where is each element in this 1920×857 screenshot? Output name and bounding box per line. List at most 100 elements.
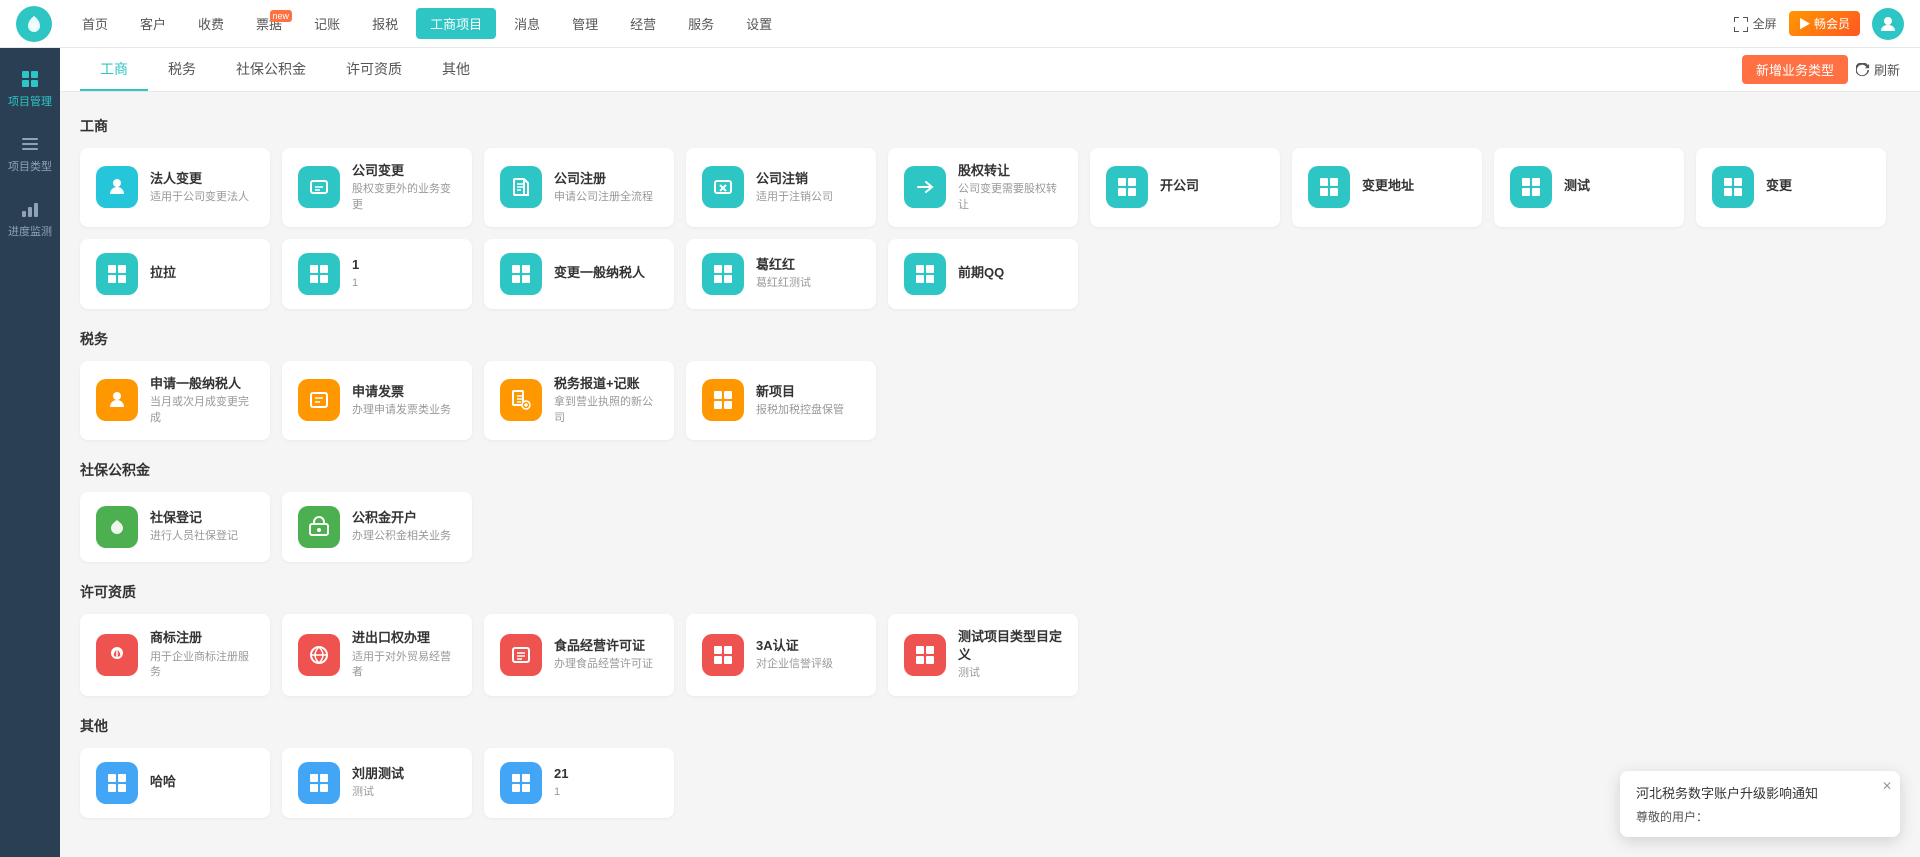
- card-name-apply-general-tax: 申请一般纳税人: [150, 375, 254, 393]
- nav-fee[interactable]: 收费: [184, 8, 238, 39]
- card-apply-invoice[interactable]: 申请发票 办理申请发票类业务: [282, 361, 472, 440]
- card-icon-trademark: [96, 634, 138, 676]
- card-lala[interactable]: 拉拉: [80, 239, 270, 309]
- nav-operate[interactable]: 经营: [616, 8, 670, 39]
- card-icon-social-reg: [96, 506, 138, 548]
- sidebar-label-progress: 进度监测: [8, 223, 52, 239]
- nav-right: 全屏 ▶ 畅会员: [1733, 8, 1904, 40]
- section-title-xuke: 许可资质: [80, 582, 1900, 602]
- nav-service[interactable]: 服务: [674, 8, 728, 39]
- card-icon-num1: [298, 253, 340, 295]
- card-icon-num21: [500, 762, 542, 804]
- card-desc-trademark: 用于企业商标注册服务: [150, 650, 254, 681]
- notification-popup: ✕ 河北税务数字账户升级影响通知 尊敬的用户：: [1620, 771, 1900, 837]
- card-company-change[interactable]: 公司变更 股权变更外的业务变更: [282, 148, 472, 227]
- nav-home[interactable]: 首页: [68, 8, 122, 39]
- ticket-badge: new: [270, 10, 293, 22]
- card-icon-change-address: [1308, 166, 1350, 208]
- top-nav: 首页 客户 收费 票据 new 记账 报税 工商项目 消息 管理 经营 服务 设…: [0, 0, 1920, 48]
- nav-msg[interactable]: 消息: [500, 8, 554, 39]
- card-desc-new-project: 报税加税控盘保管: [756, 403, 844, 418]
- card-legal-change[interactable]: 法人变更 适用于公司变更法人: [80, 148, 270, 227]
- card-desc-ge-hong-hong: 葛红红测试: [756, 276, 811, 291]
- sidebar-item-progress[interactable]: 进度监测: [3, 190, 57, 247]
- card-open-company[interactable]: 开公司: [1090, 148, 1280, 227]
- card-tax-report[interactable]: 税务报道+记账 拿到营业执照的新公司: [484, 361, 674, 440]
- card-num21[interactable]: 21 1: [484, 748, 674, 818]
- section-title-other: 其他: [80, 716, 1900, 736]
- card-name-legal-change: 法人变更: [150, 170, 249, 188]
- tab-shebao[interactable]: 社保公积金: [216, 49, 326, 91]
- card-change-tax[interactable]: 变更一般纳税人: [484, 239, 674, 309]
- nav-ticket[interactable]: 票据 new: [242, 8, 296, 39]
- add-biz-type-btn[interactable]: 新增业务类型: [1742, 55, 1848, 84]
- card-fund-open[interactable]: 公积金开户 办理公积金相关业务: [282, 492, 472, 562]
- card-desc-num1: 1: [352, 276, 359, 291]
- tab-bar: 工商 税务 社保公积金 许可资质 其他 新增业务类型 刷新: [60, 48, 1920, 92]
- nav-biz[interactable]: 工商项目: [416, 8, 496, 39]
- card-num1[interactable]: 1 1: [282, 239, 472, 309]
- fullscreen-btn[interactable]: 全屏: [1733, 15, 1777, 32]
- gongshang-card-grid: 法人变更 适用于公司变更法人 公司变更 股权变更外的业务变更 公司注册: [80, 148, 1900, 309]
- tab-xuke[interactable]: 许可资质: [326, 49, 422, 91]
- card-desc-apply-general-tax: 当月或次月成变更完成: [150, 395, 254, 426]
- card-name-equity-transfer: 股权转让: [958, 162, 1062, 180]
- card-social-reg[interactable]: 社保登记 进行人员社保登记: [80, 492, 270, 562]
- card-name-fund-open: 公积金开户: [352, 509, 451, 527]
- card-company-cancel[interactable]: 公司注销 适用于注销公司: [686, 148, 876, 227]
- card-desc-import-export: 适用于对外贸易经营者: [352, 650, 456, 681]
- card-equity-transfer[interactable]: 股权转让 公司变更需要股权转让: [888, 148, 1078, 227]
- nav-tax[interactable]: 报税: [358, 8, 412, 39]
- nav-manage[interactable]: 管理: [558, 8, 612, 39]
- card-trademark[interactable]: 商标注册 用于企业商标注册服务: [80, 614, 270, 696]
- tab-shuiwu[interactable]: 税务: [148, 49, 216, 91]
- card-new-project[interactable]: 新项目 报税加税控盘保管: [686, 361, 876, 440]
- card-test1[interactable]: 测试: [1494, 148, 1684, 227]
- card-name-apply-invoice: 申请发票: [352, 383, 451, 401]
- tab-other[interactable]: 其他: [422, 49, 490, 91]
- nav-settings[interactable]: 设置: [732, 8, 786, 39]
- section-title-gongshang: 工商: [80, 116, 1900, 136]
- card-icon-change-tax: [500, 253, 542, 295]
- card-3a-cert[interactable]: 3A认证 对企业信誉评级: [686, 614, 876, 696]
- card-apply-general-tax[interactable]: 申请一般纳税人 当月或次月成变更完成: [80, 361, 270, 440]
- card-import-export[interactable]: 进出口权办理 适用于对外贸易经营者: [282, 614, 472, 696]
- card-icon-company-reg: [500, 166, 542, 208]
- card-desc-test-proj-type: 测试: [958, 666, 1062, 681]
- card-desc-food-license: 办理食品经营许可证: [554, 657, 653, 672]
- notif-close-btn[interactable]: ✕: [1882, 779, 1892, 793]
- card-name-open-company: 开公司: [1160, 177, 1199, 195]
- card-company-reg[interactable]: 公司注册 申请公司注册全流程: [484, 148, 674, 227]
- card-test-proj-type[interactable]: 测试项目类型目定义 测试: [888, 614, 1078, 696]
- card-name-import-export: 进出口权办理: [352, 629, 456, 647]
- card-icon-open-company: [1106, 166, 1148, 208]
- card-change1[interactable]: 变更: [1696, 148, 1886, 227]
- card-pre-qq[interactable]: 前期QQ: [888, 239, 1078, 309]
- card-name-change1: 变更: [1766, 177, 1792, 195]
- card-liu-peng-test[interactable]: 刘朋测试 测试: [282, 748, 472, 818]
- refresh-btn[interactable]: 刷新: [1856, 60, 1900, 79]
- card-desc-legal-change: 适用于公司变更法人: [150, 190, 249, 205]
- tab-gongshang[interactable]: 工商: [80, 49, 148, 91]
- nav-account[interactable]: 记账: [300, 8, 354, 39]
- card-name-num1: 1: [352, 256, 359, 274]
- card-food-license[interactable]: 食品经营许可证 办理食品经营许可证: [484, 614, 674, 696]
- card-icon-test1: [1510, 166, 1552, 208]
- sidebar: 项目管理 项目类型 进度监测: [0, 48, 60, 857]
- notif-title: 河北税务数字账户升级影响通知: [1636, 783, 1884, 802]
- vip-btn[interactable]: ▶ 畅会员: [1789, 11, 1860, 36]
- card-ge-hong-hong[interactable]: 葛红红 葛红红测试: [686, 239, 876, 309]
- card-haha[interactable]: 哈哈: [80, 748, 270, 818]
- avatar[interactable]: [1872, 8, 1904, 40]
- shebao-card-grid: 社保登记 进行人员社保登记 公积金开户 办理公积金相关业务: [80, 492, 1900, 562]
- sidebar-item-proj-manage[interactable]: 项目管理: [3, 60, 57, 117]
- card-name-3a-cert: 3A认证: [756, 637, 833, 655]
- card-icon-change1: [1712, 166, 1754, 208]
- card-name-company-reg: 公司注册: [554, 170, 653, 188]
- sidebar-label-proj-type: 项目类型: [8, 158, 52, 174]
- notif-content: 尊敬的用户：: [1636, 808, 1884, 825]
- card-change-address[interactable]: 变更地址: [1292, 148, 1482, 227]
- card-icon-equity-transfer: [904, 166, 946, 208]
- nav-client[interactable]: 客户: [126, 8, 180, 39]
- sidebar-item-proj-type[interactable]: 项目类型: [3, 125, 57, 182]
